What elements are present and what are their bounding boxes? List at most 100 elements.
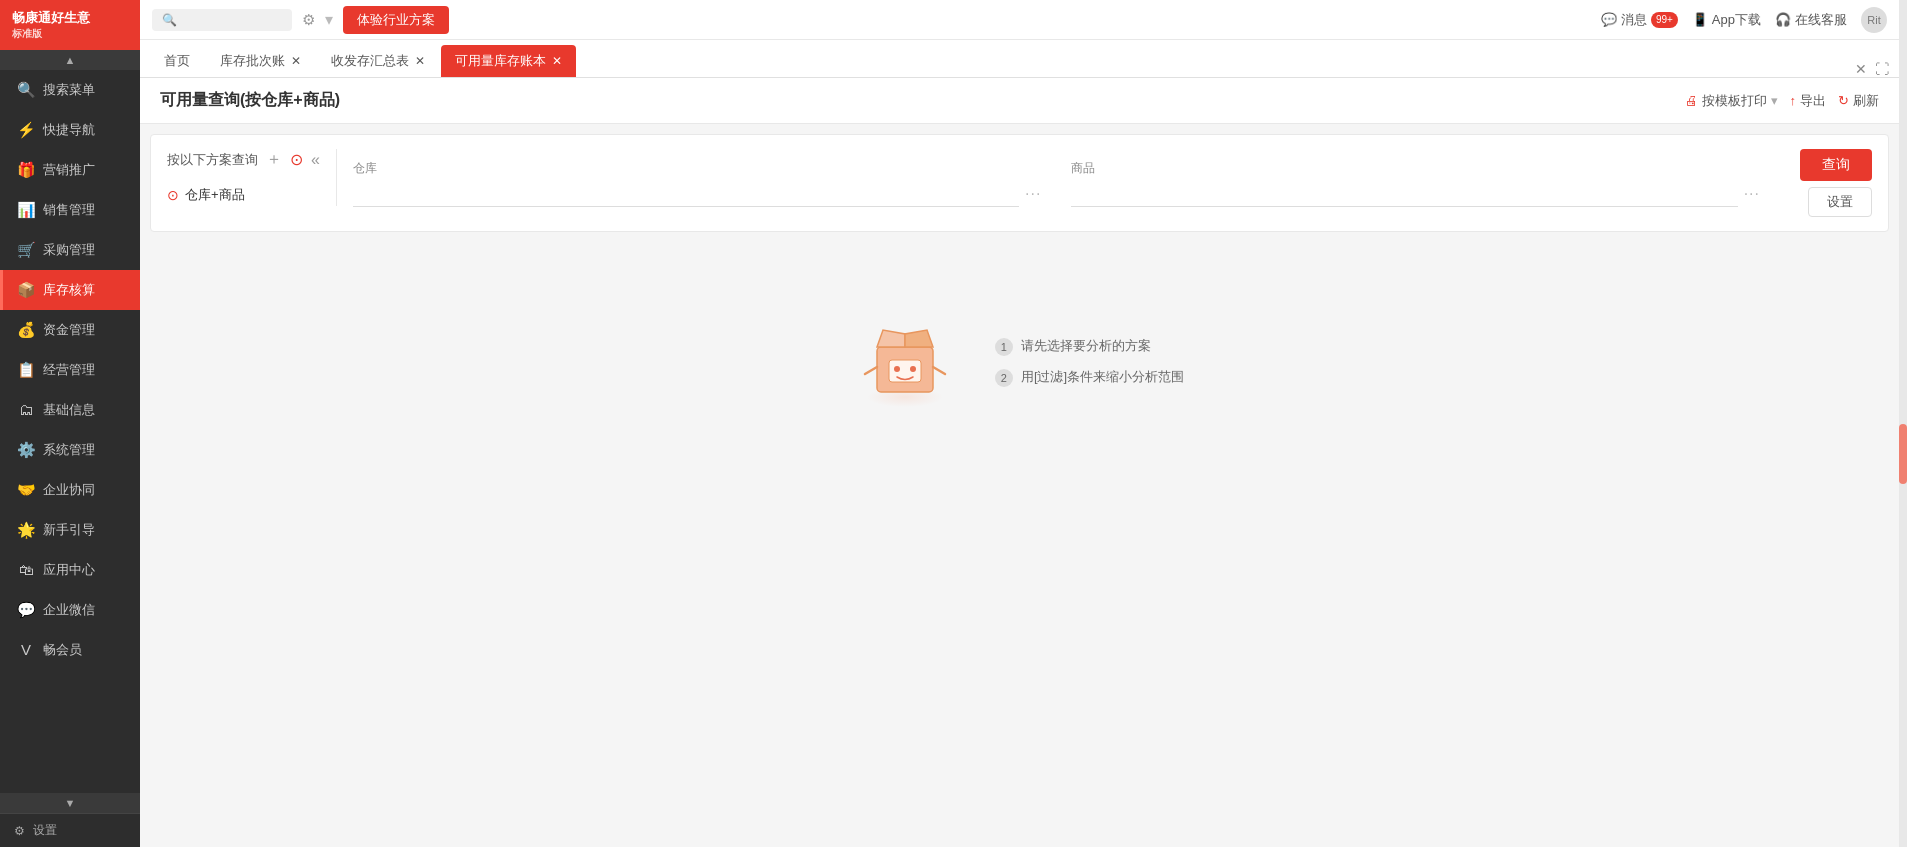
sidebar-item-enterprise[interactable]: 🤝 企业协同: [0, 470, 140, 510]
topbar-actions: 💬 消息 99+ 📱 App下载 🎧 在线客服 Rit: [1601, 7, 1887, 33]
print-chevron-icon: ▾: [1771, 93, 1778, 108]
page-actions: 🖨 按模板打印 ▾ ↑ 导出 ↻ 刷新: [1685, 92, 1880, 110]
goods-input[interactable]: [1071, 181, 1737, 207]
topbar-search[interactable]: 🔍: [152, 9, 292, 31]
folder-icon: 🗂: [17, 401, 35, 418]
warehouse-input[interactable]: [353, 181, 1019, 207]
topbar-gear-icon[interactable]: ⚙: [302, 11, 315, 29]
empty-illustration: [855, 312, 955, 412]
tip-text-1: 请先选择要分析的方案: [1021, 337, 1151, 355]
appstore-icon: 🛍: [17, 561, 35, 578]
content-area: 可用量查询(按仓库+商品) 🖨 按模板打印 ▾ ↑ 导出 ↻ 刷新: [140, 78, 1899, 847]
sidebar-item-label-system: 系统管理: [43, 441, 95, 459]
app-download-label: App下载: [1712, 11, 1761, 29]
sidebar-item-system[interactable]: ⚙️ 系统管理: [0, 430, 140, 470]
sidebar-item-label-base-info: 基础信息: [43, 401, 95, 419]
sidebar-item-label-enterprise: 企业协同: [43, 481, 95, 499]
online-service-button[interactable]: 🎧 在线客服: [1775, 11, 1847, 29]
sidebar-item-wechat[interactable]: 💬 企业微信: [0, 590, 140, 630]
scheme-item-warehouse-goods[interactable]: ⊙ 仓库+商品: [167, 184, 320, 206]
handshake-icon: 🤝: [17, 481, 35, 499]
sidebar-item-newcomer[interactable]: 🌟 新手引导: [0, 510, 140, 550]
sidebar-item-finance[interactable]: 💰 资金管理: [0, 310, 140, 350]
goods-more-icon[interactable]: ···: [1744, 185, 1760, 203]
page-title: 可用量查询(按仓库+商品): [160, 90, 340, 111]
scrollbar-thumb[interactable]: [1899, 424, 1907, 484]
sidebar-settings[interactable]: ⚙ 设置: [0, 813, 140, 847]
empty-tip-2: 2 用[过滤]条件来缩小分析范围: [995, 368, 1184, 387]
sidebar-item-label-newcomer: 新手引导: [43, 521, 95, 539]
export-button[interactable]: ↑ 导出: [1790, 92, 1827, 110]
message-label: 消息: [1621, 11, 1647, 29]
clipboard-icon: 📋: [17, 361, 35, 379]
print-icon: 🖨: [1685, 93, 1698, 108]
svg-point-3: [894, 366, 900, 372]
sidebar-item-label-search: 搜索菜单: [43, 81, 95, 99]
query-button[interactable]: 查询: [1800, 149, 1872, 181]
sidebar-item-marketing[interactable]: 🎁 营销推广: [0, 150, 140, 190]
tab-batch-account-close[interactable]: ✕: [291, 54, 301, 68]
maximize-icon[interactable]: ⛶: [1875, 61, 1889, 77]
empty-tip-1: 1 请先选择要分析的方案: [995, 337, 1184, 356]
tab-receipt-summary-close[interactable]: ✕: [415, 54, 425, 68]
scheme-label: 仓库+商品: [185, 186, 245, 204]
sidebar-item-operations[interactable]: 📋 经营管理: [0, 350, 140, 390]
collapse-scheme-button[interactable]: «: [311, 151, 320, 169]
scheme-icon: ⊙: [167, 187, 179, 203]
tab-receipt-summary[interactable]: 收发存汇总表 ✕: [317, 45, 439, 77]
tab-home[interactable]: 首页: [150, 45, 204, 77]
app-download-button[interactable]: 📱 App下载: [1692, 11, 1761, 29]
print-button[interactable]: 🖨 按模板打印 ▾: [1685, 92, 1778, 110]
message-button[interactable]: 💬 消息 99+: [1601, 11, 1678, 29]
settings-button[interactable]: 设置: [1808, 187, 1872, 217]
svg-point-4: [910, 366, 916, 372]
empty-state: 1 请先选择要分析的方案 2 用[过滤]条件来缩小分析范围: [140, 232, 1899, 492]
sidebar-nav: 🔍 搜索菜单 ⚡ 快捷导航 🎁 营销推广 📊 销售管理 🛒 采购管理 📦 库存核…: [0, 70, 140, 793]
topbar-chevron-icon[interactable]: ▾: [325, 10, 333, 29]
sidebar-item-member[interactable]: V 畅会员: [0, 630, 140, 670]
goods-field: 商品 ···: [1071, 160, 1760, 207]
svg-line-5: [865, 367, 877, 374]
sidebar-item-inventory[interactable]: 📦 库存核算: [0, 270, 140, 310]
sidebar-item-label-finance: 资金管理: [43, 321, 95, 339]
sidebar-item-search[interactable]: 🔍 搜索菜单: [0, 70, 140, 110]
sidebar-item-sales[interactable]: 📊 销售管理: [0, 190, 140, 230]
sidebar-item-label-purchase: 采购管理: [43, 241, 95, 259]
query-btn-area: 查询 设置: [1790, 149, 1872, 217]
vip-icon: V: [17, 641, 35, 658]
headset-icon: 🎧: [1775, 12, 1791, 27]
topbar: 🔍 ⚙ ▾ 体验行业方案 💬 消息 99+ 📱 App下载 🎧 在线客服 Rit: [140, 0, 1899, 40]
refresh-label: 刷新: [1853, 92, 1879, 110]
sidebar-item-label-wechat: 企业微信: [43, 601, 95, 619]
sidebar-settings-label: 设置: [33, 822, 57, 839]
tab-available-qty-close[interactable]: ✕: [552, 54, 562, 68]
settings-scheme-button[interactable]: ⊙: [290, 150, 303, 169]
sidebar-item-base-info[interactable]: 🗂 基础信息: [0, 390, 140, 430]
close-window-icon[interactable]: ✕: [1855, 61, 1867, 77]
tab-available-qty[interactable]: 可用量库存账本 ✕: [441, 45, 576, 77]
sidebar-item-quick-nav[interactable]: ⚡ 快捷导航: [0, 110, 140, 150]
filter-fields: 仓库 ··· 商品 ··· 查询: [353, 149, 1872, 217]
sidebar-item-label-inventory: 库存核算: [43, 281, 95, 299]
sidebar-item-label-member: 畅会员: [43, 641, 82, 659]
flash-icon: ⚡: [17, 121, 35, 139]
sidebar-item-purchase[interactable]: 🛒 采购管理: [0, 230, 140, 270]
tab-batch-account[interactable]: 库存批次账 ✕: [206, 45, 315, 77]
main-area: 🔍 ⚙ ▾ 体验行业方案 💬 消息 99+ 📱 App下载 🎧 在线客服 Rit: [140, 0, 1899, 847]
sidebar-item-appstore[interactable]: 🛍 应用中心: [0, 550, 140, 590]
sidebar-logo: 畅康通好生意 标准版: [0, 0, 140, 50]
refresh-button[interactable]: ↻ 刷新: [1838, 92, 1879, 110]
sidebar-scroll-up[interactable]: ▲: [0, 50, 140, 70]
add-scheme-button[interactable]: ＋: [266, 149, 282, 170]
right-scrollbar[interactable]: [1899, 0, 1907, 847]
trial-button[interactable]: 体验行业方案: [343, 6, 449, 34]
tip-num-2: 2: [995, 369, 1013, 387]
message-badge: 99+: [1651, 12, 1678, 28]
sidebar-scroll-down[interactable]: ▼: [0, 793, 140, 813]
warehouse-more-icon[interactable]: ···: [1025, 185, 1041, 203]
gear-icon: ⚙️: [17, 441, 35, 459]
user-avatar[interactable]: Rit: [1861, 7, 1887, 33]
logo-line1: 畅康通好生意: [12, 10, 128, 27]
warehouse-field: 仓库 ···: [353, 160, 1042, 207]
tab-batch-account-label: 库存批次账: [220, 52, 285, 70]
